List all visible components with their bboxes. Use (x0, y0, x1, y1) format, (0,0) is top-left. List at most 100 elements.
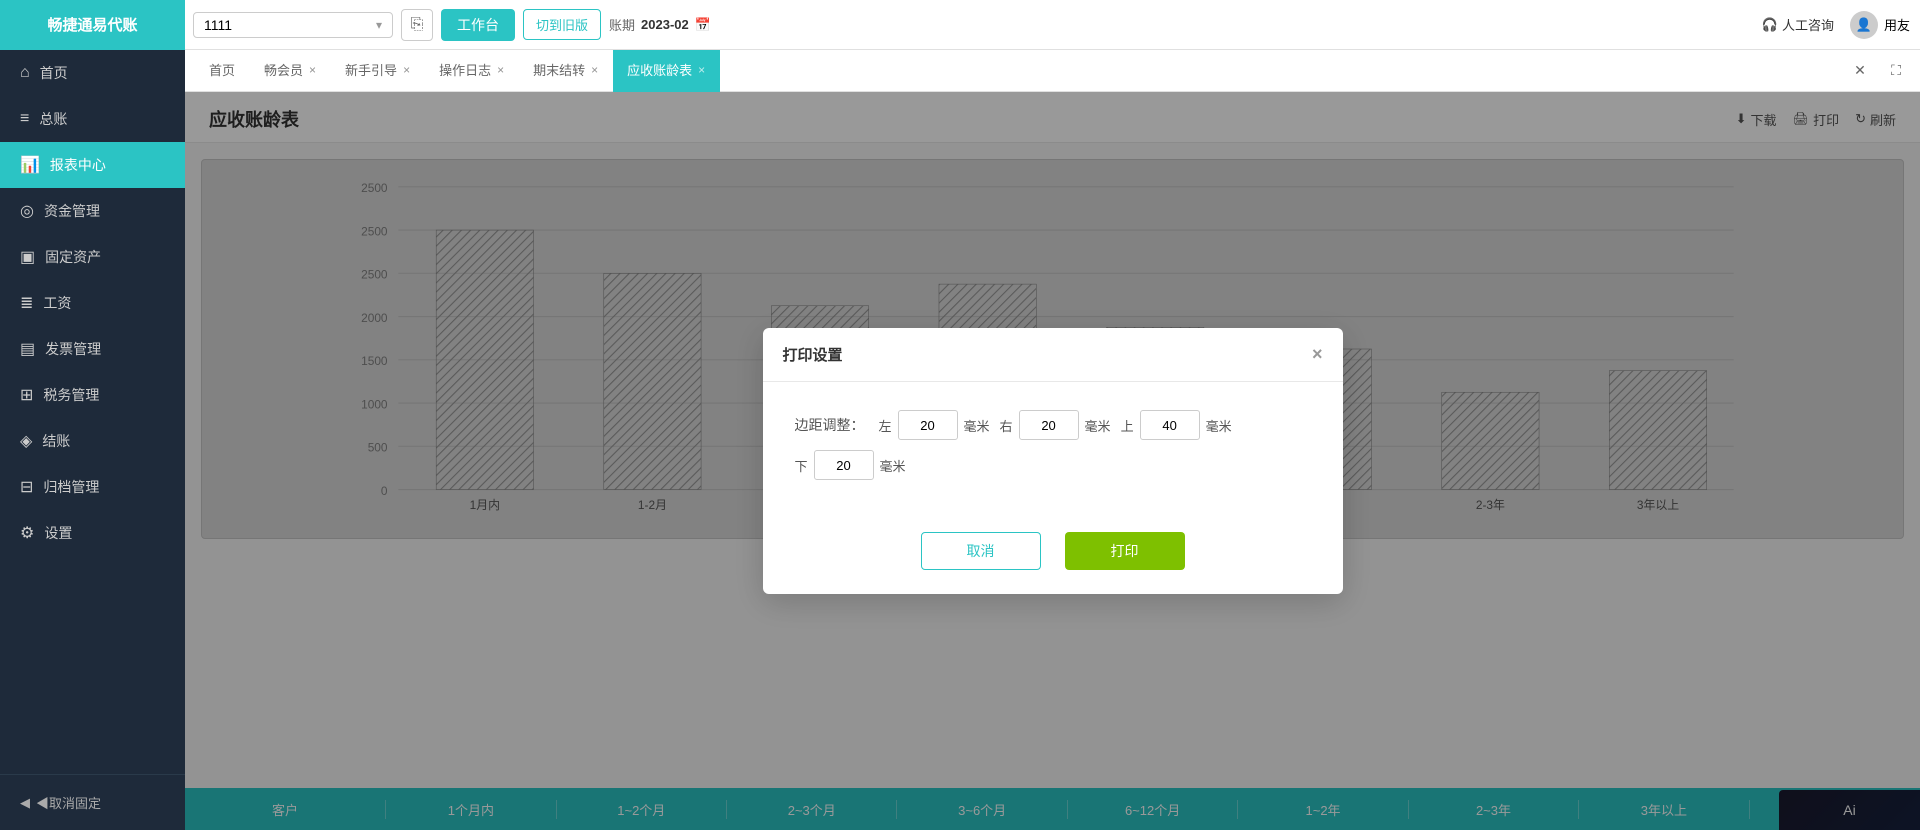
modal-body: 边距调整： 左 毫米 右 毫米 (763, 382, 1343, 516)
modal-close-button[interactable]: × (1312, 344, 1323, 365)
sidebar-scroll: ⌂ 首页 ≡ 总账 📊 报表中心 ◎ 资金管理 ▣ 固定资产 ≣ 工资 (0, 50, 185, 774)
tab-home-label: 首页 (209, 60, 235, 79)
tab-period-end[interactable]: 期末结转 × (519, 50, 613, 92)
tab-vip[interactable]: 畅会员 × (250, 50, 331, 92)
invoice-icon: ▤ (20, 339, 35, 359)
sidebar-item-home[interactable]: ⌂ 首页 (0, 50, 185, 96)
margin-top-group: 上 毫米 (1121, 410, 1232, 440)
sidebar-label-reports: 报表中心 (50, 155, 106, 175)
sidebar-label-home: 首页 (40, 63, 68, 83)
modal-footer: 取消 打印 (763, 516, 1343, 594)
sidebar-item-archive[interactable]: ⊟ 归档管理 (0, 464, 185, 510)
company-name: 1111 (204, 17, 370, 33)
support-link[interactable]: 🎧 人工咨询 (1762, 15, 1834, 34)
collapse-icon: ◀ (20, 795, 30, 811)
sidebar-item-assets[interactable]: ▣ 固定资产 (0, 234, 185, 280)
sidebar-item-checkout[interactable]: ◈ 结账 (0, 418, 185, 464)
sidebar: ⌂ 首页 ≡ 总账 📊 报表中心 ◎ 资金管理 ▣ 固定资产 ≣ 工资 (0, 50, 185, 830)
tab-oplog[interactable]: 操作日志 × (425, 50, 519, 92)
cancel-button[interactable]: 取消 (921, 532, 1041, 570)
main-layout: ⌂ 首页 ≡ 总账 📊 报表中心 ◎ 资金管理 ▣ 固定资产 ≣ 工资 (0, 50, 1920, 830)
print-confirm-button[interactable]: 打印 (1065, 532, 1185, 570)
sidebar-label-funds: 资金管理 (44, 201, 100, 221)
period-label: 账期 (609, 15, 635, 34)
tab-ar-aging-close[interactable]: × (698, 63, 705, 77)
archive-icon: ⊟ (20, 477, 33, 497)
home-icon: ⌂ (20, 64, 30, 82)
tab-vip-close[interactable]: × (309, 63, 316, 77)
company-selector[interactable]: 1111 ▾ (193, 12, 393, 38)
dropdown-icon: ▾ (376, 18, 382, 32)
right-unit: 毫米 (1085, 416, 1111, 435)
sidebar-item-funds[interactable]: ◎ 资金管理 (0, 188, 185, 234)
support-label: 人工咨询 (1782, 15, 1834, 34)
sidebar-bottom: ◀ ◀取消固定 (0, 774, 185, 830)
sidebar-item-ledger[interactable]: ≡ 总账 (0, 96, 185, 142)
tab-bar: 首页 畅会员 × 新手引导 × 操作日志 × 期末结转 × 应收账龄表 × (185, 50, 1920, 92)
sidebar-label-salary: 工资 (43, 293, 71, 313)
sidebar-item-invoice[interactable]: ▤ 发票管理 (0, 326, 185, 372)
period-area: 账期 2023-02 📅 (609, 15, 711, 34)
checkout-icon: ◈ (20, 431, 32, 451)
period-value: 2023-02 (641, 17, 689, 32)
reports-icon: 📊 (20, 155, 40, 175)
top-input[interactable] (1140, 410, 1200, 440)
tab-guide-label: 新手引导 (345, 60, 397, 79)
margin-row: 边距调整： 左 毫米 右 毫米 (795, 410, 1311, 480)
copy-button[interactable]: ⎘ (401, 9, 433, 41)
copy-icon: ⎘ (411, 16, 424, 34)
user-avatar: 👤 (1850, 11, 1878, 39)
top-unit: 毫米 (1206, 416, 1232, 435)
modal-overlay: 打印设置 × 边距调整： 左 毫米 右 (185, 92, 1920, 830)
sidebar-item-settings[interactable]: ⚙ 设置 (0, 510, 185, 556)
logo-text: 畅捷通易代账 (47, 14, 137, 35)
top-header: 畅捷通易代账 1111 ▾ ⎘ 工作台 切到旧版 账期 2023-02 📅 🎧 … (0, 0, 1920, 50)
margin-bottom-group: 下 毫米 (795, 450, 906, 480)
assets-icon: ▣ (20, 247, 35, 267)
bottom-unit: 毫米 (880, 456, 906, 475)
print-dialog: 打印设置 × 边距调整： 左 毫米 右 (763, 328, 1343, 594)
switch-old-button[interactable]: 切到旧版 (523, 9, 601, 40)
sidebar-collapse-button[interactable]: ◀ ◀取消固定 (0, 783, 185, 822)
margin-left-group: 左 毫米 (879, 410, 990, 440)
modal-title: 打印设置 (783, 344, 843, 365)
sidebar-label-checkout: 结账 (42, 431, 70, 451)
content-area: 首页 畅会员 × 新手引导 × 操作日志 × 期末结转 × 应收账龄表 × (185, 50, 1920, 830)
workbench-button[interactable]: 工作台 (441, 9, 515, 41)
tab-oplog-close[interactable]: × (497, 63, 504, 77)
tab-period-end-close[interactable]: × (591, 63, 598, 77)
collapse-label: ◀取消固定 (36, 793, 101, 812)
bottom-label: 下 (795, 456, 808, 475)
tab-controls: ✕ ⛶ (1846, 57, 1910, 85)
tab-guide-close[interactable]: × (403, 63, 410, 77)
tab-home[interactable]: 首页 (195, 50, 250, 92)
calendar-icon[interactable]: 📅 (695, 17, 711, 33)
user-area[interactable]: 👤 用友 (1850, 11, 1910, 39)
tab-period-end-label: 期末结转 (533, 60, 585, 79)
user-name: 用友 (1884, 15, 1910, 34)
sidebar-item-reports[interactable]: 📊 报表中心 (0, 142, 185, 188)
sidebar-label-tax: 税务管理 (43, 385, 99, 405)
margin-right-group: 右 毫米 (1000, 410, 1111, 440)
ledger-icon: ≡ (20, 110, 29, 128)
right-input[interactable] (1019, 410, 1079, 440)
tab-ar-aging[interactable]: 应收账龄表 × (613, 50, 720, 92)
sidebar-label-archive: 归档管理 (43, 477, 99, 497)
sidebar-label-settings: 设置 (44, 523, 72, 543)
tab-close-all-button[interactable]: ✕ (1846, 57, 1874, 85)
sidebar-item-salary[interactable]: ≣ 工资 (0, 280, 185, 326)
funds-icon: ◎ (20, 201, 34, 221)
bottom-input[interactable] (814, 450, 874, 480)
salary-icon: ≣ (20, 293, 33, 313)
left-unit: 毫米 (964, 416, 990, 435)
tab-guide[interactable]: 新手引导 × (331, 50, 425, 92)
header-right: 🎧 人工咨询 👤 用友 (1762, 11, 1910, 39)
tab-oplog-label: 操作日志 (439, 60, 491, 79)
sidebar-label-assets: 固定资产 (45, 247, 101, 267)
left-label: 左 (879, 416, 892, 435)
sidebar-item-tax[interactable]: ⊞ 税务管理 (0, 372, 185, 418)
left-input[interactable] (898, 410, 958, 440)
tab-maximize-button[interactable]: ⛶ (1882, 57, 1910, 85)
sidebar-label-ledger: 总账 (39, 109, 67, 129)
page-content: 应收账龄表 ⬇ 下载 🖨 打印 ↻ 刷新 (185, 92, 1920, 830)
